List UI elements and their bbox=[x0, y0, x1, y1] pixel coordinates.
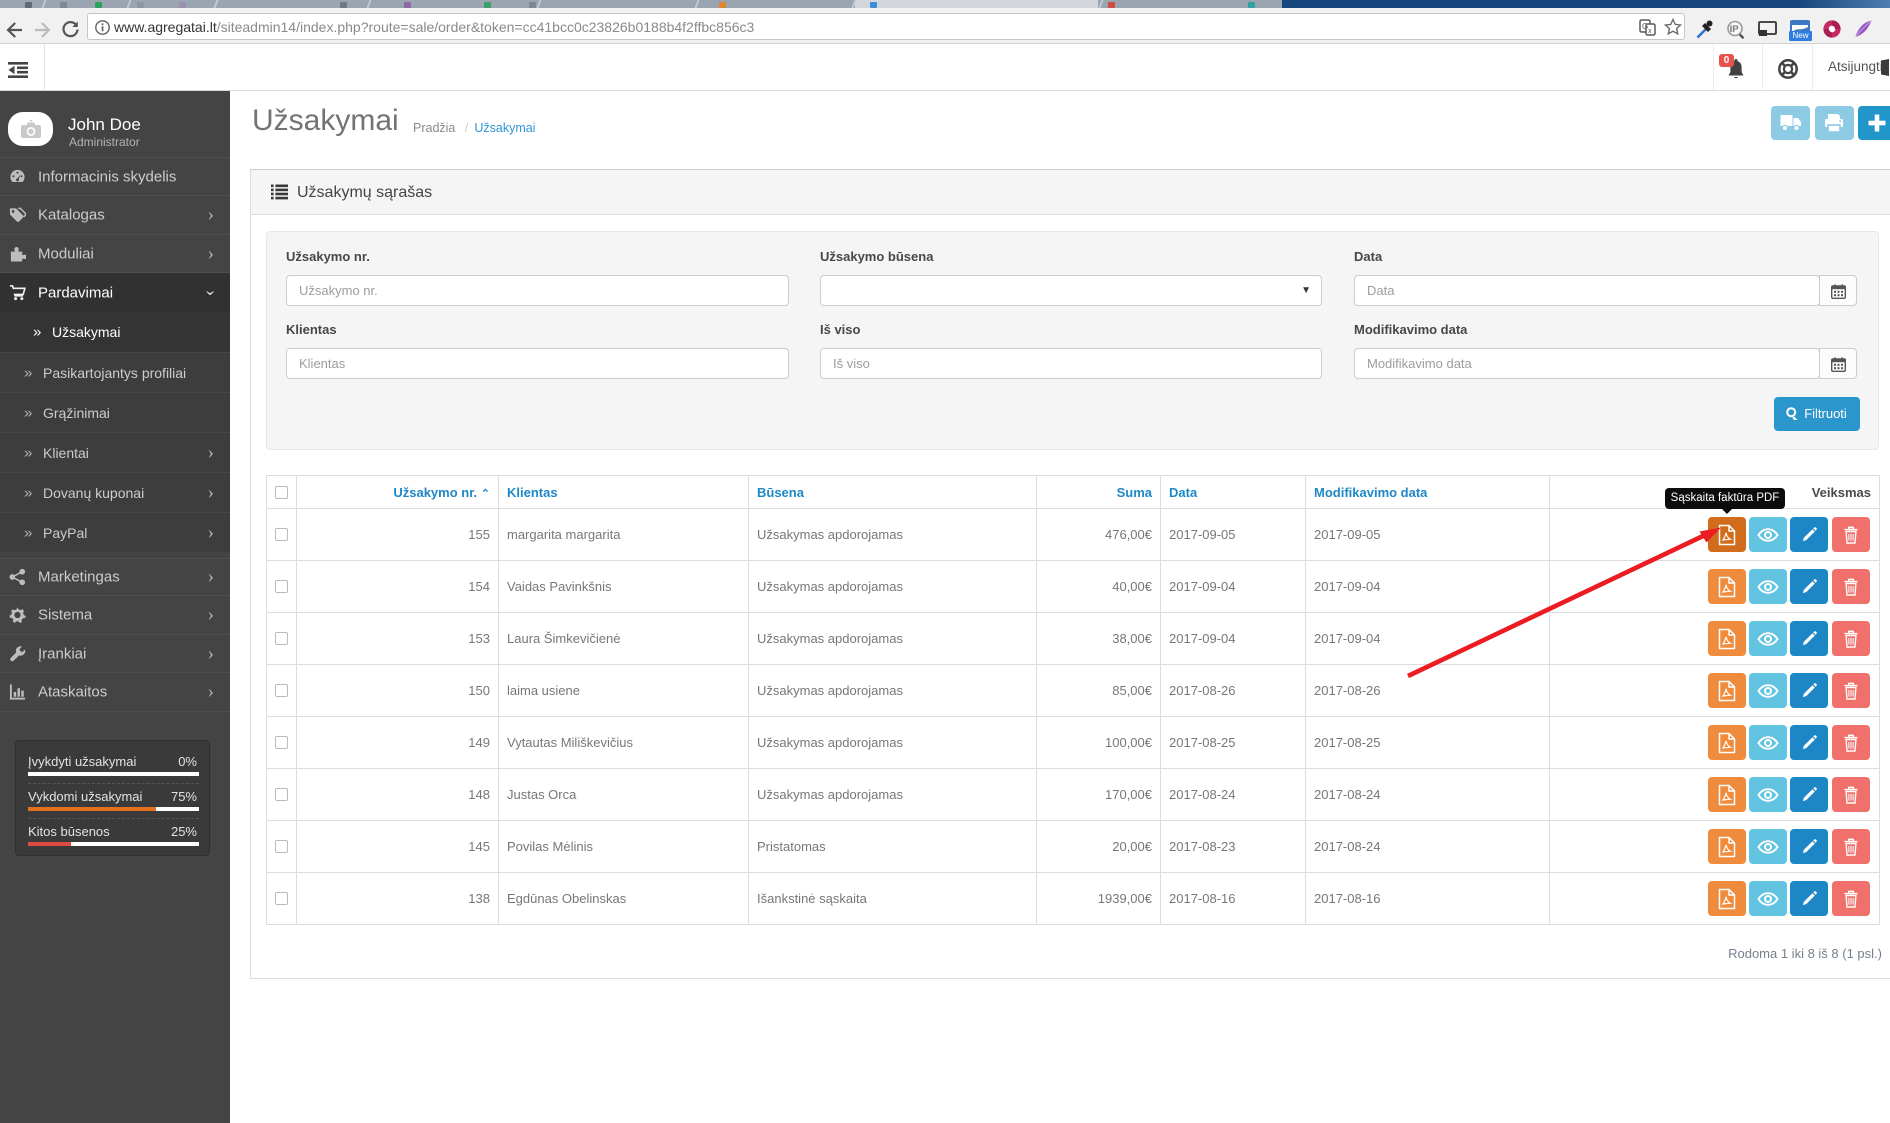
svg-text:IP: IP bbox=[1730, 24, 1740, 35]
svg-text:x: x bbox=[1648, 28, 1652, 35]
